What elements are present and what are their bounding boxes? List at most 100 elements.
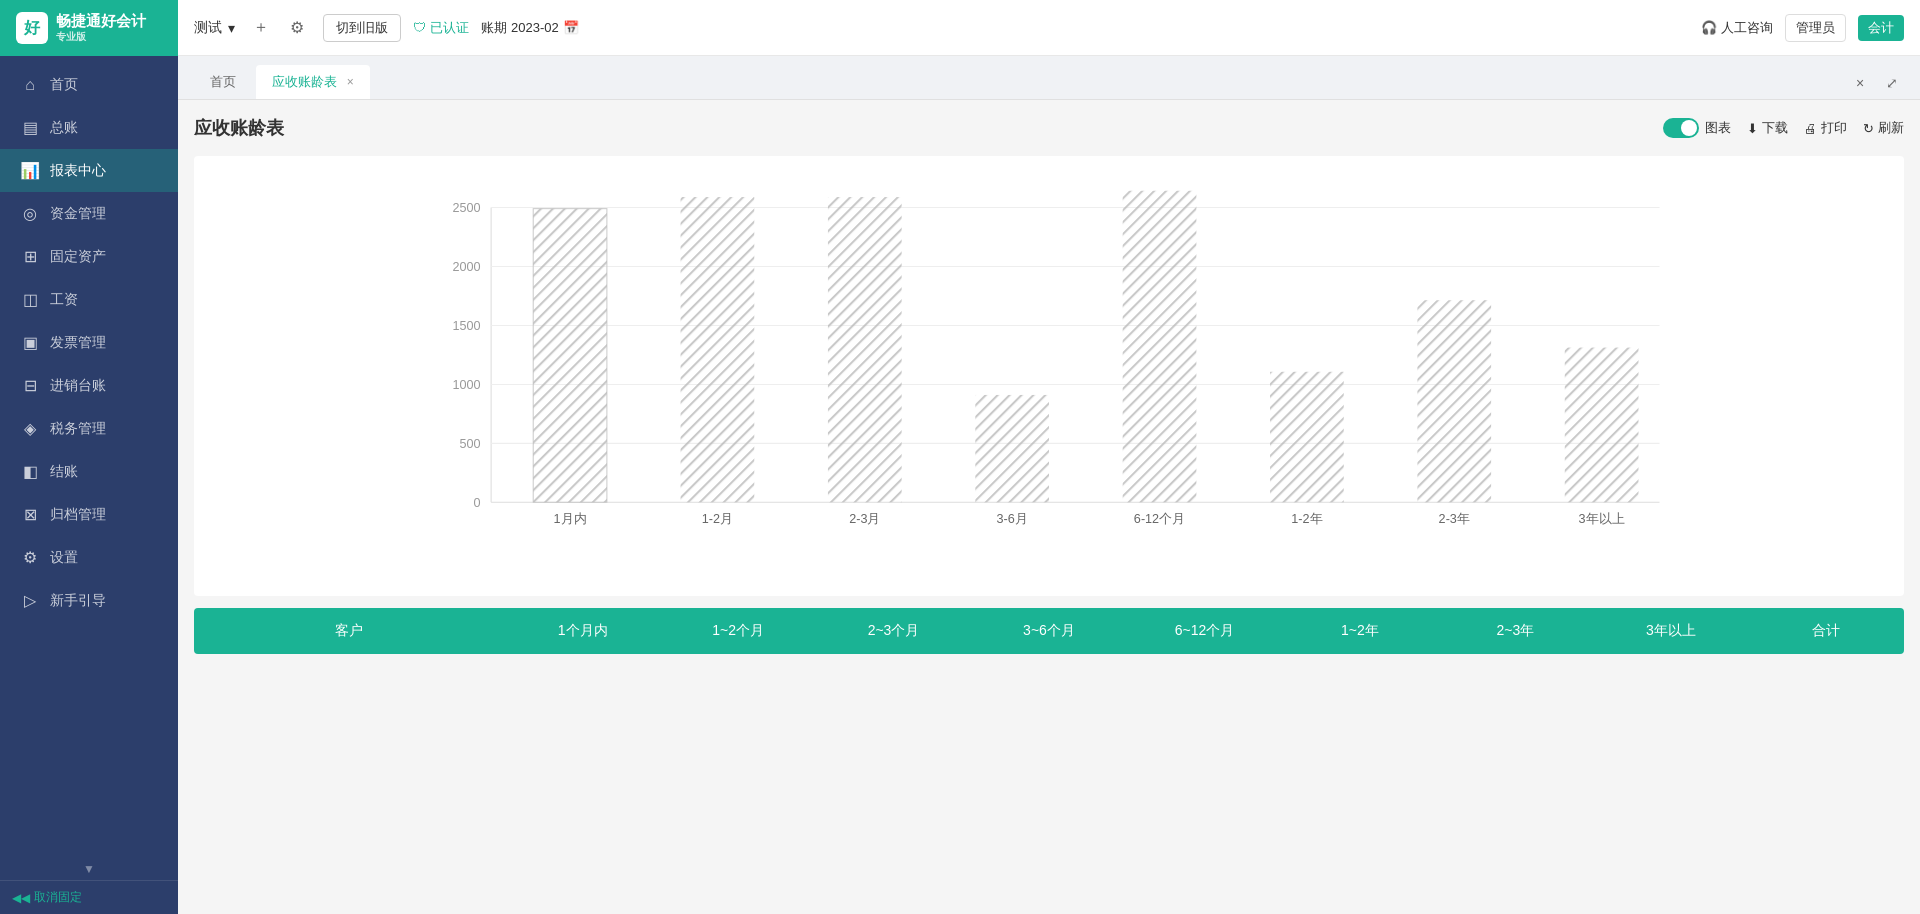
download-icon: ⬇	[1747, 121, 1758, 136]
consultation-label: 人工咨询	[1721, 19, 1773, 37]
col-1m: 1个月内	[505, 608, 660, 654]
period-value: 2023-02	[511, 20, 559, 35]
sidebar-item-label: 工资	[50, 291, 78, 309]
settings-button[interactable]: ⚙	[283, 14, 311, 42]
tab-corner-buttons: × ⤢	[1848, 71, 1904, 99]
tab-home-label: 首页	[210, 74, 236, 89]
svg-text:3-6月: 3-6月	[997, 512, 1028, 526]
sidebar-item-label: 总账	[50, 119, 78, 137]
sidebar-item-tax[interactable]: ◈ 税务管理	[0, 407, 178, 450]
sidebar-item-archive[interactable]: ⊠ 归档管理	[0, 493, 178, 536]
toggle-switch[interactable]	[1663, 118, 1699, 138]
content-area: 应收账龄表 图表 ⬇ 下载 🖨 打印 ↻ 刷新	[178, 100, 1920, 914]
tax-icon: ◈	[20, 419, 40, 438]
refresh-button[interactable]: ↻ 刷新	[1863, 119, 1904, 137]
user-button[interactable]: 管理员	[1785, 14, 1846, 42]
certified-label: 已认证	[430, 19, 469, 37]
period-info: 账期 2023-02 📅	[481, 19, 579, 37]
sidebar-item-home[interactable]: ⌂ 首页	[0, 64, 178, 106]
svg-text:2-3年: 2-3年	[1439, 512, 1470, 526]
bar-chart: 0 500 1000 1500 2000 2500	[214, 176, 1884, 576]
col-1-2y: 1~2年	[1282, 608, 1437, 654]
sidebar-item-settings[interactable]: ⚙ 设置	[0, 536, 178, 579]
svg-text:2000: 2000	[452, 260, 480, 274]
sidebar-item-payroll[interactable]: ◫ 工资	[0, 278, 178, 321]
col-2-3m: 2~3个月	[816, 608, 971, 654]
add-button[interactable]: ＋	[247, 14, 275, 42]
svg-rect-20	[1417, 300, 1491, 502]
page-title: 应收账龄表	[194, 116, 284, 140]
pin-icon: ◀◀	[12, 891, 30, 905]
svg-rect-18	[1123, 191, 1197, 503]
svg-text:1-2年: 1-2年	[1291, 512, 1322, 526]
svg-rect-15	[681, 197, 755, 502]
sidebar-item-reports[interactable]: 📊 报表中心	[0, 149, 178, 192]
project-selector[interactable]: 测试 ▾	[194, 19, 235, 37]
svg-text:0: 0	[474, 496, 481, 510]
print-label: 打印	[1821, 119, 1847, 137]
role-button[interactable]: 会计	[1858, 15, 1904, 41]
inventory-icon: ⊟	[20, 376, 40, 395]
download-button[interactable]: ⬇ 下载	[1747, 119, 1788, 137]
app-logo: 好 畅捷通好会计 专业版	[0, 0, 178, 56]
topbar: 测试 ▾ ＋ ⚙ 切到旧版 🛡 已认证 账期 2023-02 📅 🎧 人工咨询 …	[178, 0, 1920, 56]
sidebar-item-funds[interactable]: ◎ 资金管理	[0, 192, 178, 235]
refresh-label: 刷新	[1878, 119, 1904, 137]
svg-text:3年以上: 3年以上	[1579, 512, 1625, 526]
logo-icon: 好	[16, 12, 48, 44]
svg-text:6-12个月: 6-12个月	[1134, 512, 1185, 526]
table-header: 客户 1个月内 1~2个月 2~3个月 3~6个月 6~12个月 1~2年 2~…	[194, 608, 1904, 654]
expand-button[interactable]: ⤢	[1880, 71, 1904, 95]
sidebar-item-label: 发票管理	[50, 334, 106, 352]
svg-text:500: 500	[460, 437, 481, 451]
switch-version-button[interactable]: 切到旧版	[323, 14, 401, 42]
invoice-icon: ▣	[20, 333, 40, 352]
refresh-icon: ↻	[1863, 121, 1874, 136]
close-accounts-icon: ◧	[20, 462, 40, 481]
calendar-icon: 📅	[563, 20, 579, 35]
scroll-down-indicator: ▼	[0, 858, 178, 880]
sidebar-item-label: 资金管理	[50, 205, 106, 223]
consultation-button[interactable]: 🎧 人工咨询	[1701, 19, 1773, 37]
svg-text:1-2月: 1-2月	[702, 512, 733, 526]
tab-home[interactable]: 首页	[194, 65, 252, 99]
col-2-3y: 2~3年	[1438, 608, 1593, 654]
tab-close-icon[interactable]: ×	[347, 75, 354, 89]
sidebar-item-assets[interactable]: ⊞ 固定资产	[0, 235, 178, 278]
home-icon: ⌂	[20, 76, 40, 94]
sidebar-item-invoice[interactable]: ▣ 发票管理	[0, 321, 178, 364]
chart-toggle[interactable]: 图表	[1663, 118, 1731, 138]
tab-aging-label: 应收账龄表	[272, 74, 337, 89]
sidebar-item-label: 归档管理	[50, 506, 106, 524]
payroll-icon: ◫	[20, 290, 40, 309]
col-3-6m: 3~6个月	[971, 608, 1126, 654]
topbar-actions: ＋ ⚙	[247, 14, 311, 42]
sidebar-item-inventory[interactable]: ⊟ 进销台账	[0, 364, 178, 407]
funds-icon: ◎	[20, 204, 40, 223]
col-total: 合计	[1749, 608, 1904, 654]
period-label: 账期	[481, 19, 507, 37]
archive-icon: ⊠	[20, 505, 40, 524]
cancel-fixed-label: 取消固定	[34, 889, 82, 906]
app-edition: 专业版	[56, 30, 146, 44]
chevron-down-icon: ▾	[228, 20, 235, 36]
sidebar-item-label: 设置	[50, 549, 78, 567]
close-panel-button[interactable]: ×	[1848, 71, 1872, 95]
sidebar-item-guide[interactable]: ▷ 新手引导	[0, 579, 178, 622]
sidebar-item-ledger[interactable]: ▤ 总账	[0, 106, 178, 149]
sidebar-item-label: 首页	[50, 76, 78, 94]
sidebar-item-label: 结账	[50, 463, 78, 481]
svg-text:2500: 2500	[452, 201, 480, 215]
download-label: 下载	[1762, 119, 1788, 137]
sidebar-item-label: 报表中心	[50, 162, 106, 180]
tab-aging[interactable]: 应收账龄表 ×	[256, 65, 370, 99]
chart-section: 0 500 1000 1500 2000 2500	[194, 156, 1904, 596]
guide-icon: ▷	[20, 591, 40, 610]
cancel-fixed-button[interactable]: ◀◀ 取消固定	[0, 880, 178, 914]
svg-rect-17	[975, 395, 1049, 502]
reports-icon: 📊	[20, 161, 40, 180]
sidebar-item-close[interactable]: ◧ 结账	[0, 450, 178, 493]
print-button[interactable]: 🖨 打印	[1804, 119, 1847, 137]
chart-toggle-label: 图表	[1705, 119, 1731, 137]
col-3y-plus: 3年以上	[1593, 608, 1748, 654]
